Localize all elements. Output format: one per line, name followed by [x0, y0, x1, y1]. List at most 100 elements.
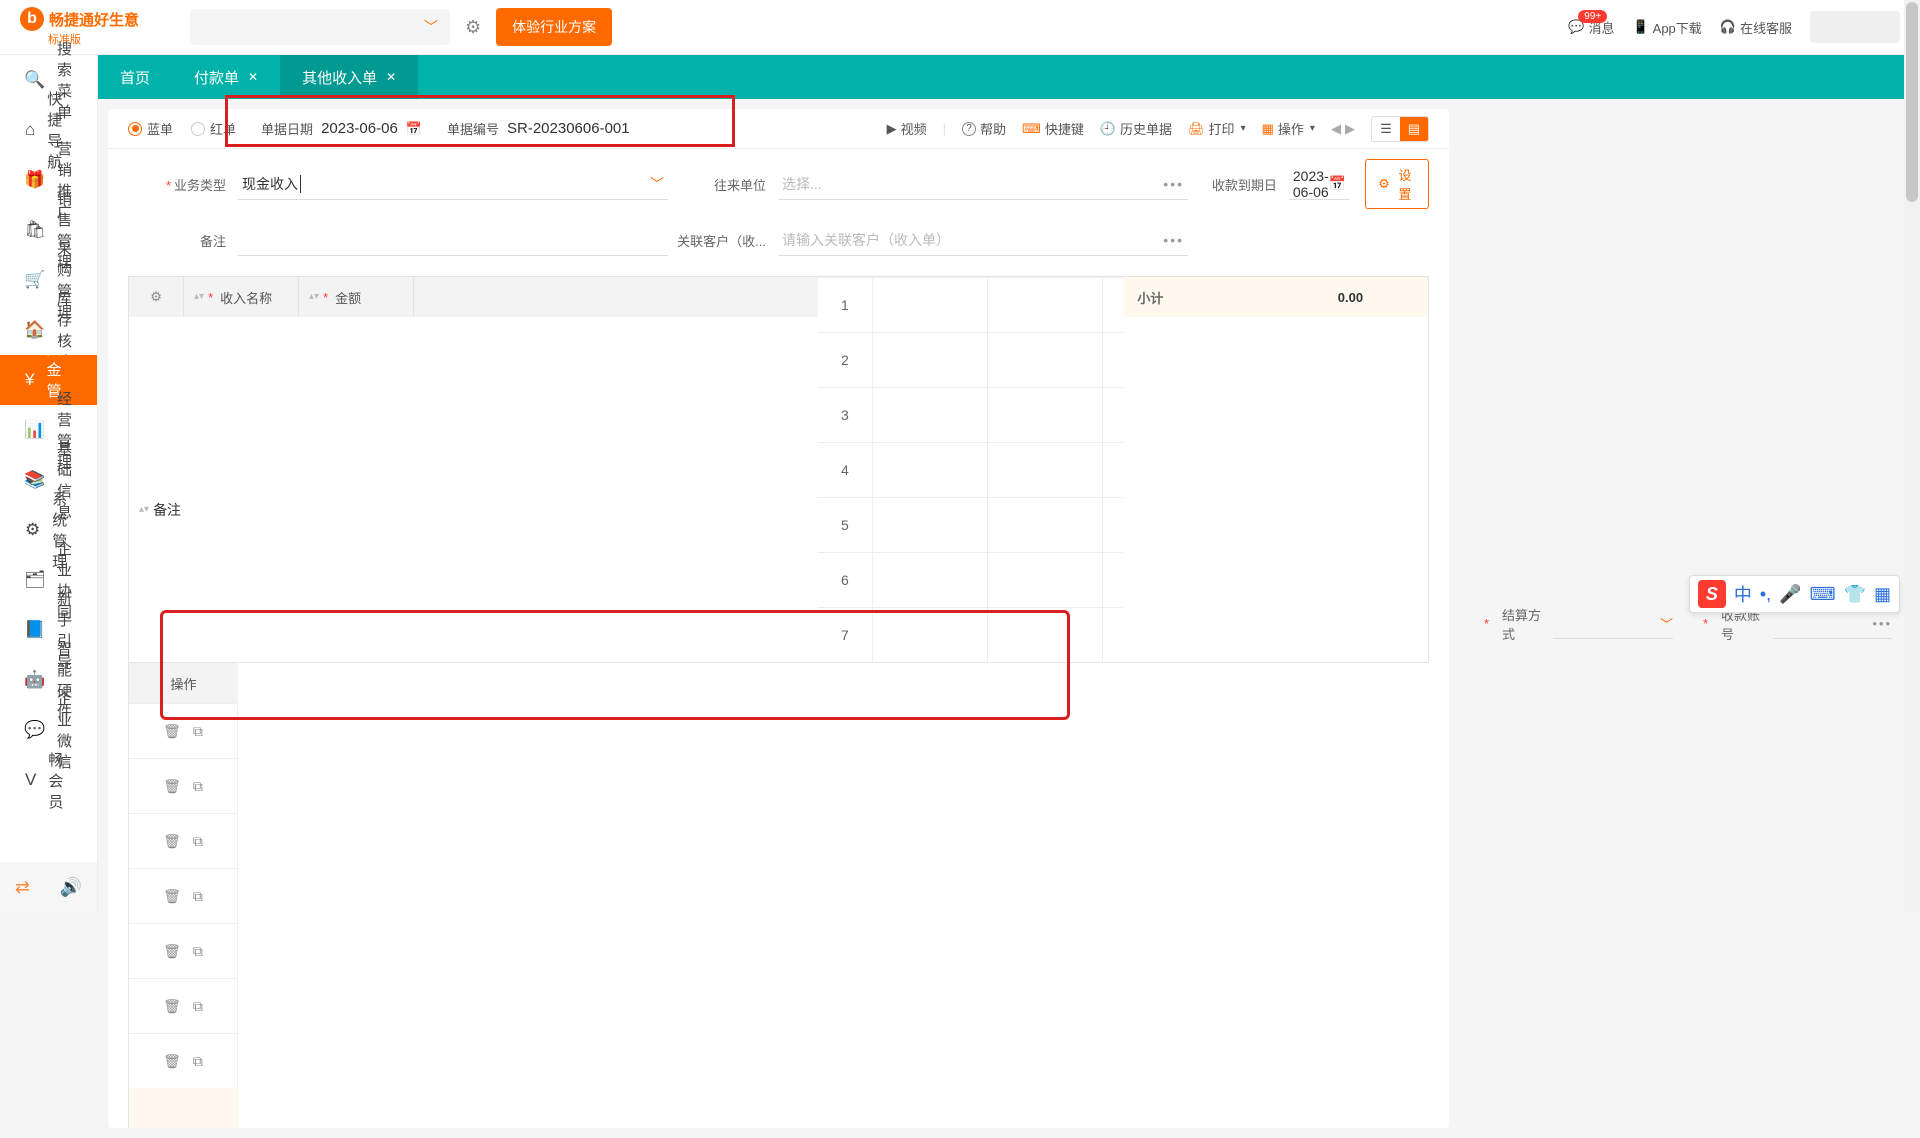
- cell-amount[interactable]: [988, 333, 1103, 387]
- cell-name[interactable]: [873, 553, 988, 607]
- table-row[interactable]: 2: [818, 332, 1123, 387]
- delete-icon[interactable]: 🗑: [163, 833, 181, 850]
- copy-icon[interactable]: ⧉: [193, 998, 203, 1015]
- ime-toolbar[interactable]: S 中 •, 🎤 ⌨ 👕 ▦: [1689, 575, 1900, 613]
- cell-amount[interactable]: [988, 443, 1103, 497]
- cell-remark[interactable]: [1103, 388, 1123, 442]
- due-input[interactable]: 2023-06-06 📅: [1289, 168, 1350, 200]
- method-select[interactable]: ﹀: [1553, 609, 1673, 639]
- arrow-left-icon[interactable]: ◀: [1331, 121, 1341, 137]
- sidebar-item-base-info[interactable]: 📚基础信息: [0, 455, 97, 505]
- cell-remark[interactable]: [1103, 278, 1123, 332]
- cell-remark[interactable]: [1103, 443, 1123, 497]
- sidebar-item-collab[interactable]: 🗂企业协同: [0, 555, 97, 605]
- print-link[interactable]: 🖨打印▾: [1188, 119, 1246, 138]
- remark-input[interactable]: [238, 224, 668, 256]
- sidebar-item-wecom[interactable]: 💬企业微信: [0, 705, 97, 755]
- cell-name[interactable]: [873, 278, 988, 332]
- operate-link[interactable]: ▦操作▾: [1262, 119, 1315, 138]
- delete-icon[interactable]: 🗑: [163, 778, 181, 795]
- calendar-icon[interactable]: 📅: [1329, 175, 1346, 192]
- shortcut-link[interactable]: ⌨快捷键: [1022, 119, 1084, 138]
- settings-button[interactable]: ⚙设置: [1365, 159, 1429, 209]
- copy-icon[interactable]: ⧉: [193, 833, 203, 850]
- table-row[interactable]: 1: [818, 277, 1123, 332]
- app-download-link[interactable]: 📱 App下载: [1632, 18, 1701, 37]
- ime-punct-icon[interactable]: •,: [1760, 584, 1771, 605]
- user-block[interactable]: [1810, 11, 1900, 43]
- delete-icon[interactable]: 🗑: [163, 1053, 181, 1070]
- online-service-link[interactable]: 🎧 在线客服: [1720, 18, 1792, 37]
- th-settings[interactable]: ⚙: [129, 277, 184, 317]
- gear-icon[interactable]: ⚙: [465, 17, 481, 38]
- cell-amount[interactable]: [988, 388, 1103, 442]
- copy-icon[interactable]: ⧉: [193, 723, 203, 740]
- close-icon[interactable]: ✕: [248, 70, 258, 84]
- close-icon[interactable]: ✕: [386, 70, 396, 84]
- cell-amount[interactable]: [988, 498, 1103, 552]
- help-link[interactable]: ?帮助: [962, 119, 1006, 138]
- ime-toolbox-icon[interactable]: ▦: [1874, 584, 1891, 605]
- more-icon[interactable]: •••: [1163, 232, 1184, 248]
- more-icon[interactable]: •••: [1872, 616, 1892, 631]
- view-grid-icon[interactable]: ▤: [1400, 117, 1428, 141]
- radio-red[interactable]: 红单: [191, 119, 236, 138]
- sidebar-item-member[interactable]: V畅会员: [0, 755, 97, 805]
- sidebar-item-hardware[interactable]: 🤖智能硬件: [0, 655, 97, 705]
- cell-remark[interactable]: [1103, 333, 1123, 387]
- sidebar-item-guide[interactable]: 📘新手引导: [0, 605, 97, 655]
- view-list-icon[interactable]: ☰: [1372, 117, 1400, 141]
- partner-field[interactable]: [782, 176, 1163, 192]
- ime-keyboard-icon[interactable]: ⌨: [1810, 584, 1836, 605]
- tab-1[interactable]: 付款单✕: [172, 55, 280, 99]
- sidebar-item-sales[interactable]: 🛍销售管理: [0, 205, 97, 255]
- th-amount[interactable]: ▴▾*金额: [299, 277, 414, 317]
- related-field[interactable]: [782, 232, 1163, 248]
- cell-name[interactable]: [873, 498, 988, 552]
- history-link[interactable]: 🕘历史单据: [1100, 119, 1172, 138]
- radio-blue[interactable]: 蓝单: [128, 119, 173, 138]
- table-row[interactable]: 6: [818, 552, 1123, 607]
- cell-remark[interactable]: [1103, 553, 1123, 607]
- more-icon[interactable]: •••: [1163, 176, 1184, 192]
- related-input[interactable]: •••: [778, 224, 1188, 256]
- cell-name[interactable]: [873, 443, 988, 497]
- partner-input[interactable]: •••: [778, 168, 1188, 200]
- sound-icon[interactable]: 🔊: [60, 877, 82, 898]
- table-row[interactable]: 7: [818, 607, 1123, 662]
- cell-remark[interactable]: [1103, 608, 1123, 662]
- sidebar-item-purchase[interactable]: 🛒采购管理: [0, 255, 97, 305]
- cell-name[interactable]: [873, 388, 988, 442]
- cell-amount[interactable]: [988, 608, 1103, 662]
- try-industry-button[interactable]: 体验行业方案: [496, 8, 612, 46]
- company-selector[interactable]: ﹀: [190, 9, 450, 45]
- cell-amount[interactable]: [988, 278, 1103, 332]
- date-value[interactable]: 2023-06-06: [321, 120, 398, 137]
- table-row[interactable]: 4: [818, 442, 1123, 497]
- delete-icon[interactable]: 🗑: [163, 998, 181, 1015]
- sidebar-item-funds[interactable]: ¥资金管理: [0, 355, 97, 405]
- ime-mic-icon[interactable]: 🎤: [1779, 584, 1801, 605]
- collapse-icon[interactable]: ⇄: [15, 877, 30, 898]
- delete-icon[interactable]: 🗑: [163, 943, 181, 960]
- copy-icon[interactable]: ⧉: [193, 943, 203, 960]
- cell-name[interactable]: [873, 608, 988, 662]
- cell-name[interactable]: [873, 333, 988, 387]
- ime-cn-label[interactable]: 中: [1734, 581, 1752, 607]
- table-row[interactable]: 3: [818, 387, 1123, 442]
- scrollbar[interactable]: [1904, 0, 1920, 912]
- messages-link[interactable]: 💬 消息 99+: [1568, 18, 1614, 37]
- tab-2[interactable]: 其他收入单✕: [280, 55, 418, 99]
- delete-icon[interactable]: 🗑: [163, 888, 181, 905]
- biz-type-select[interactable]: 现金收入 ﹀: [238, 168, 668, 200]
- sidebar-item-marketing[interactable]: 🎁营销推广: [0, 155, 97, 205]
- sidebar-item-system[interactable]: ⚙系统管理: [0, 505, 97, 555]
- calendar-icon[interactable]: 📅: [406, 121, 422, 137]
- tab-0[interactable]: 首页: [98, 55, 172, 99]
- th-remark[interactable]: ▴▾备注: [129, 317, 818, 702]
- sidebar-item-operation[interactable]: 📊经营管理: [0, 405, 97, 455]
- arrow-right-icon[interactable]: ▶: [1345, 121, 1355, 137]
- remark-field[interactable]: [242, 232, 664, 248]
- account-select[interactable]: •••: [1773, 609, 1893, 639]
- sidebar-item-quick-nav[interactable]: ⌂快捷导航: [0, 105, 97, 155]
